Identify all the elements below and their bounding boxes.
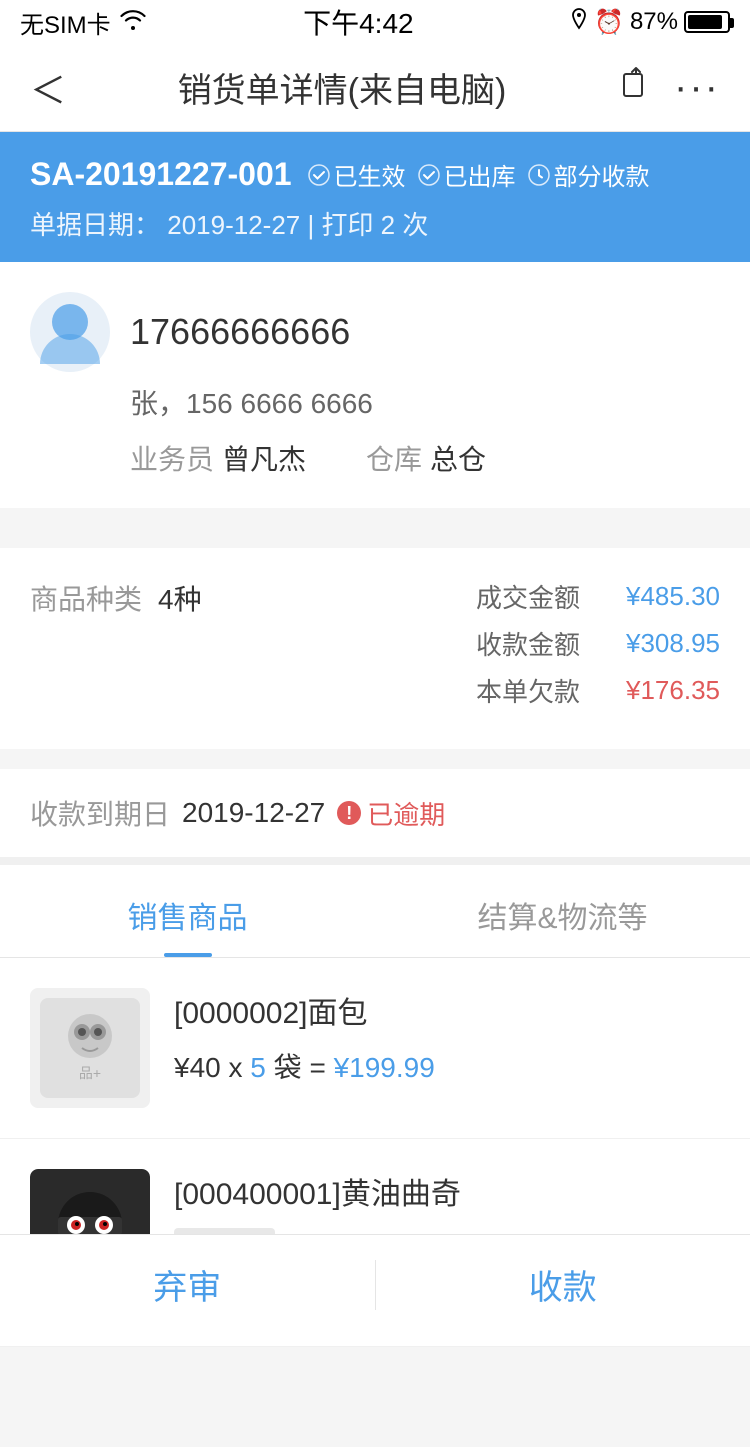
- svg-text:品+: 品+: [79, 1065, 101, 1081]
- due-date-value: 2019-12-27: [182, 797, 325, 829]
- product-qty-1: 5: [250, 1052, 266, 1083]
- received-label: 收款金额: [476, 625, 580, 662]
- battery-icon: [684, 11, 730, 33]
- date-label: 单据日期：: [30, 210, 160, 240]
- customer-avatar: [30, 292, 110, 372]
- product-item: 品+ [0000002]面包 ¥40 x 5 袋 = ¥199.99: [0, 958, 750, 1139]
- product-info-1: [0000002]面包 ¥40 x 5 袋 = ¥199.99: [174, 988, 720, 1086]
- product-price-row-1: ¥40 x 5 袋 = ¥199.99: [174, 1046, 720, 1086]
- product-name-2: [000400001]黄油曲奇: [174, 1169, 720, 1213]
- salesperson-label: 业务员: [130, 438, 214, 478]
- more-button[interactable]: ···: [674, 65, 720, 110]
- status-effected: 已生效: [308, 157, 406, 192]
- due-date-section: 收款到期日 2019-12-27 ! 已逾期: [0, 769, 750, 865]
- carrier-label: 无SIM卡: [20, 5, 111, 40]
- warehouse-value: 总仓: [430, 438, 486, 478]
- overdue-dot-icon: !: [337, 801, 361, 825]
- abandon-audit-button[interactable]: 弃审: [0, 1240, 375, 1329]
- product-thumb-1: 品+: [30, 988, 150, 1108]
- received-row: 收款金额 ¥308.95: [476, 625, 720, 662]
- page-title: 销货单详情(来自电脑): [178, 63, 507, 112]
- stats-section: 商品种类 4种 成交金额 ¥485.30 收款金额 ¥308.95 本单欠款 ¥…: [0, 548, 750, 749]
- print-info: | 打印 2 次: [307, 210, 428, 240]
- warehouse-label: 仓库: [366, 438, 422, 478]
- customer-name-phone: 张，156 6666 6666: [130, 382, 720, 422]
- amount-value: ¥485.30: [600, 581, 720, 612]
- back-button[interactable]: ＜: [30, 62, 66, 114]
- stats-right: 成交金额 ¥485.30 收款金额 ¥308.95 本单欠款 ¥176.35: [476, 578, 720, 719]
- salesperson-value: 曾凡杰: [222, 438, 306, 478]
- status-partial-payment: 部分收款: [528, 157, 650, 192]
- salesperson-item: 业务员 曾凡杰: [130, 438, 306, 478]
- collect-payment-button[interactable]: 收款: [376, 1240, 750, 1329]
- received-value: ¥308.95: [600, 628, 720, 659]
- tab-sales-products[interactable]: 销售商品: [0, 865, 375, 957]
- tab-settlement-logistics[interactable]: 结算&物流等: [375, 865, 750, 957]
- amount-label: 成交金额: [476, 578, 580, 615]
- order-date: 2019-12-27: [167, 210, 300, 240]
- owed-label: 本单欠款: [476, 672, 580, 709]
- stats-left: 商品种类 4种: [30, 578, 202, 618]
- category-value: 4种: [158, 578, 202, 618]
- status-shipped: 已出库: [418, 157, 516, 192]
- category-stats: 商品种类 4种: [30, 578, 202, 618]
- nav-bar: ＜ 销货单详情(来自电脑) ···: [0, 44, 750, 132]
- order-id: SA-20191227-001: [30, 156, 292, 193]
- bottom-spacer: [0, 1347, 750, 1447]
- status-left: 无SIM卡: [20, 5, 147, 40]
- tabs-section: 销售商品 结算&物流等: [0, 865, 750, 958]
- owed-row: 本单欠款 ¥176.35: [476, 672, 720, 709]
- status-time: 下午4:42: [303, 2, 414, 42]
- overdue-badge: ! 已逾期: [337, 795, 445, 832]
- product-total-1: ¥199.99: [334, 1052, 435, 1083]
- status-right: ⏰ 87%: [570, 8, 730, 37]
- warehouse-item: 仓库 总仓: [366, 438, 486, 478]
- status-tags: 已生效 已出库 部分收款: [308, 157, 650, 192]
- customer-id: 17666666666: [130, 311, 350, 353]
- header-band: SA-20191227-001 已生效 已出库: [0, 132, 750, 262]
- customer-meta: 业务员 曾凡杰 仓库 总仓: [130, 438, 720, 478]
- owed-value: ¥176.35: [600, 675, 720, 706]
- nav-actions: ···: [618, 65, 720, 110]
- share-button[interactable]: [618, 66, 654, 110]
- wifi-icon: [119, 8, 147, 37]
- order-date-row: 单据日期： 2019-12-27 | 打印 2 次: [30, 205, 720, 242]
- divider1: [0, 508, 750, 528]
- product-name-1: [0000002]面包: [174, 988, 720, 1032]
- customer-section: 17666666666 张，156 6666 6666 业务员 曾凡杰 仓库 总…: [0, 262, 750, 508]
- due-date-label: 收款到期日: [30, 793, 170, 833]
- overdue-label: 已逾期: [367, 795, 445, 832]
- location-icon: [570, 8, 588, 37]
- battery-percent: 87%: [630, 8, 678, 36]
- bottom-bar: 弃审 收款: [0, 1234, 750, 1334]
- amount-row: 成交金额 ¥485.30: [476, 578, 720, 615]
- status-bar: 无SIM卡 下午4:42 ⏰ 87%: [0, 0, 750, 44]
- alarm-icon: ⏰: [594, 8, 624, 37]
- category-label: 商品种类: [30, 578, 142, 618]
